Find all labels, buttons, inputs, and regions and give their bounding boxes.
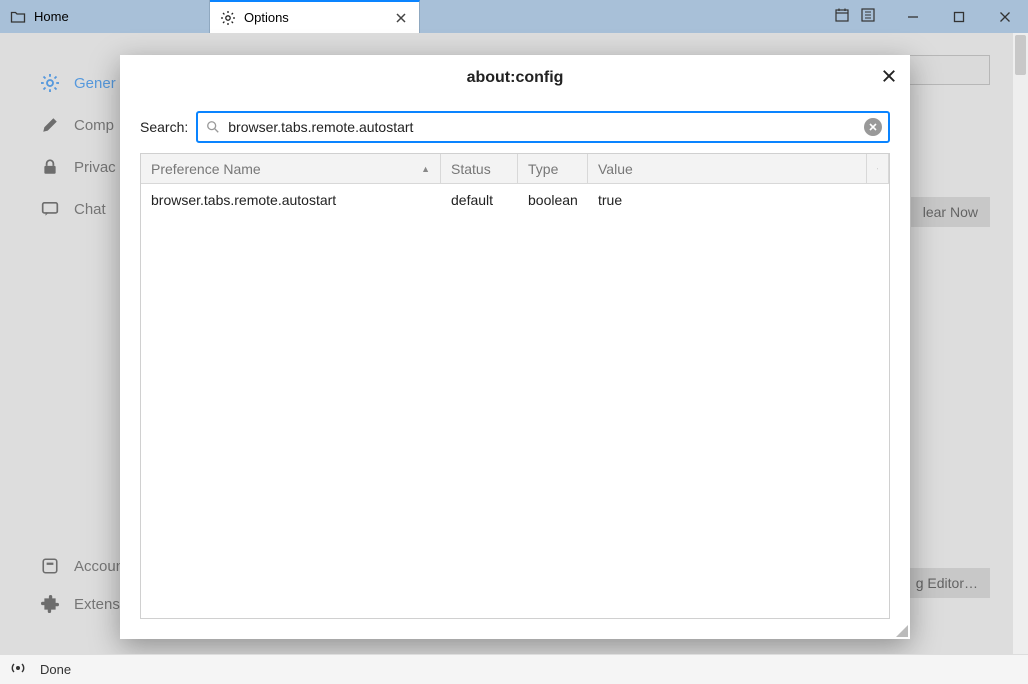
- maximize-button[interactable]: [936, 0, 982, 33]
- table-row[interactable]: browser.tabs.remote.autostart default bo…: [141, 184, 889, 216]
- vertical-scrollbar[interactable]: [1012, 33, 1028, 654]
- tab-label: Home: [34, 9, 69, 24]
- close-icon[interactable]: [393, 10, 409, 26]
- gear-icon: [220, 10, 236, 26]
- search-label: Search:: [140, 119, 188, 135]
- column-header-value[interactable]: Value: [588, 154, 867, 183]
- column-picker-button[interactable]: [867, 154, 889, 183]
- todo-icon[interactable]: [860, 7, 876, 26]
- window-close-button[interactable]: [982, 0, 1028, 33]
- cell-type: boolean: [518, 192, 588, 208]
- title-bar: Home Options: [0, 0, 1028, 33]
- dialog-close-button[interactable]: [882, 67, 896, 88]
- column-header-type[interactable]: Type: [518, 154, 588, 183]
- search-row: Search:: [120, 97, 910, 153]
- search-icon: [206, 120, 220, 134]
- status-bar: Done: [0, 654, 1028, 684]
- table-body: browser.tabs.remote.autostart default bo…: [141, 184, 889, 618]
- search-box: [196, 111, 890, 143]
- scrollbar-thumb[interactable]: [1015, 35, 1026, 75]
- window-controls: [834, 0, 1028, 33]
- resize-handle[interactable]: [894, 623, 908, 637]
- minimize-button[interactable]: [890, 0, 936, 33]
- cell-preference-name: browser.tabs.remote.autostart: [141, 192, 441, 208]
- clear-search-button[interactable]: [864, 118, 882, 136]
- sort-ascending-icon: ▲: [421, 164, 430, 174]
- activity-icon: [10, 660, 26, 679]
- search-input[interactable]: [226, 118, 858, 136]
- tab-options[interactable]: Options: [210, 0, 420, 33]
- cell-value: true: [588, 192, 889, 208]
- folder-icon: [10, 9, 26, 25]
- table-header: Preference Name ▲ Status Type Value: [141, 154, 889, 184]
- column-header-name[interactable]: Preference Name ▲: [141, 154, 441, 183]
- about-config-dialog: about:config Search: Preference Name ▲ S…: [120, 55, 910, 639]
- tab-label: Options: [244, 10, 289, 25]
- status-text: Done: [40, 662, 71, 677]
- preferences-table: Preference Name ▲ Status Type Value brow…: [140, 153, 890, 619]
- tab-home[interactable]: Home: [0, 0, 210, 33]
- calendar-icon[interactable]: [834, 7, 850, 26]
- dialog-title: about:config: [120, 55, 910, 97]
- cell-status: default: [441, 192, 518, 208]
- column-header-status[interactable]: Status: [441, 154, 518, 183]
